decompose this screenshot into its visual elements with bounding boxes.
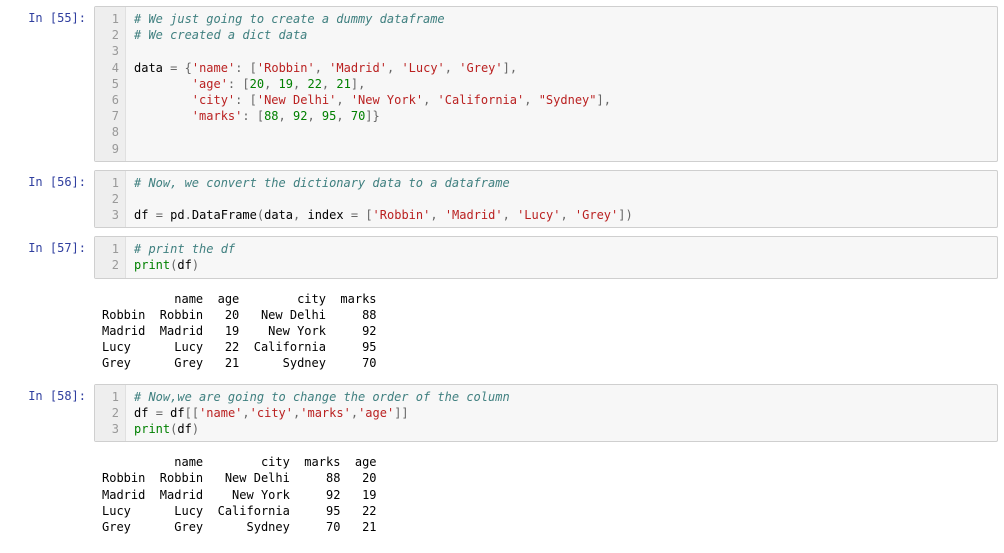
line-gutter: 123456789: [95, 7, 126, 161]
code-cell: In [58]: 123 # Now,we are going to chang…: [6, 384, 998, 443]
output-text: name age city marks Robbin Robbin 20 New…: [94, 287, 998, 376]
prompt-label: In [57]:: [6, 236, 94, 278]
code-input[interactable]: 123 # Now, we convert the dictionary dat…: [94, 170, 998, 229]
code-text[interactable]: # Now, we convert the dictionary data to…: [126, 171, 997, 228]
line-gutter: 123: [95, 385, 126, 442]
output-prompt: [6, 287, 94, 376]
prompt-label: In [58]:: [6, 384, 94, 443]
code-input[interactable]: 123 # Now,we are going to change the ord…: [94, 384, 998, 443]
line-gutter: 123: [95, 171, 126, 228]
code-cell: In [56]: 123 # Now, we convert the dicti…: [6, 170, 998, 229]
output-text: name city marks age Robbin Robbin New De…: [94, 450, 998, 539]
code-cell: In [57]: 12 # print the df print(df): [6, 236, 998, 278]
code-input[interactable]: 12 # print the df print(df): [94, 236, 998, 278]
code-input[interactable]: 123456789 # We just going to create a du…: [94, 6, 998, 162]
code-text[interactable]: # We just going to create a dummy datafr…: [126, 7, 997, 161]
output-prompt: [6, 450, 94, 539]
prompt-label: In [55]:: [6, 6, 94, 162]
line-gutter: 12: [95, 237, 126, 277]
code-cell: In [55]: 123456789 # We just going to cr…: [6, 6, 998, 162]
prompt-label: In [56]:: [6, 170, 94, 229]
output-cell: name age city marks Robbin Robbin 20 New…: [6, 287, 998, 376]
code-text[interactable]: # print the df print(df): [126, 237, 997, 277]
output-cell: name city marks age Robbin Robbin New De…: [6, 450, 998, 539]
code-text[interactable]: # Now,we are going to change the order o…: [126, 385, 997, 442]
